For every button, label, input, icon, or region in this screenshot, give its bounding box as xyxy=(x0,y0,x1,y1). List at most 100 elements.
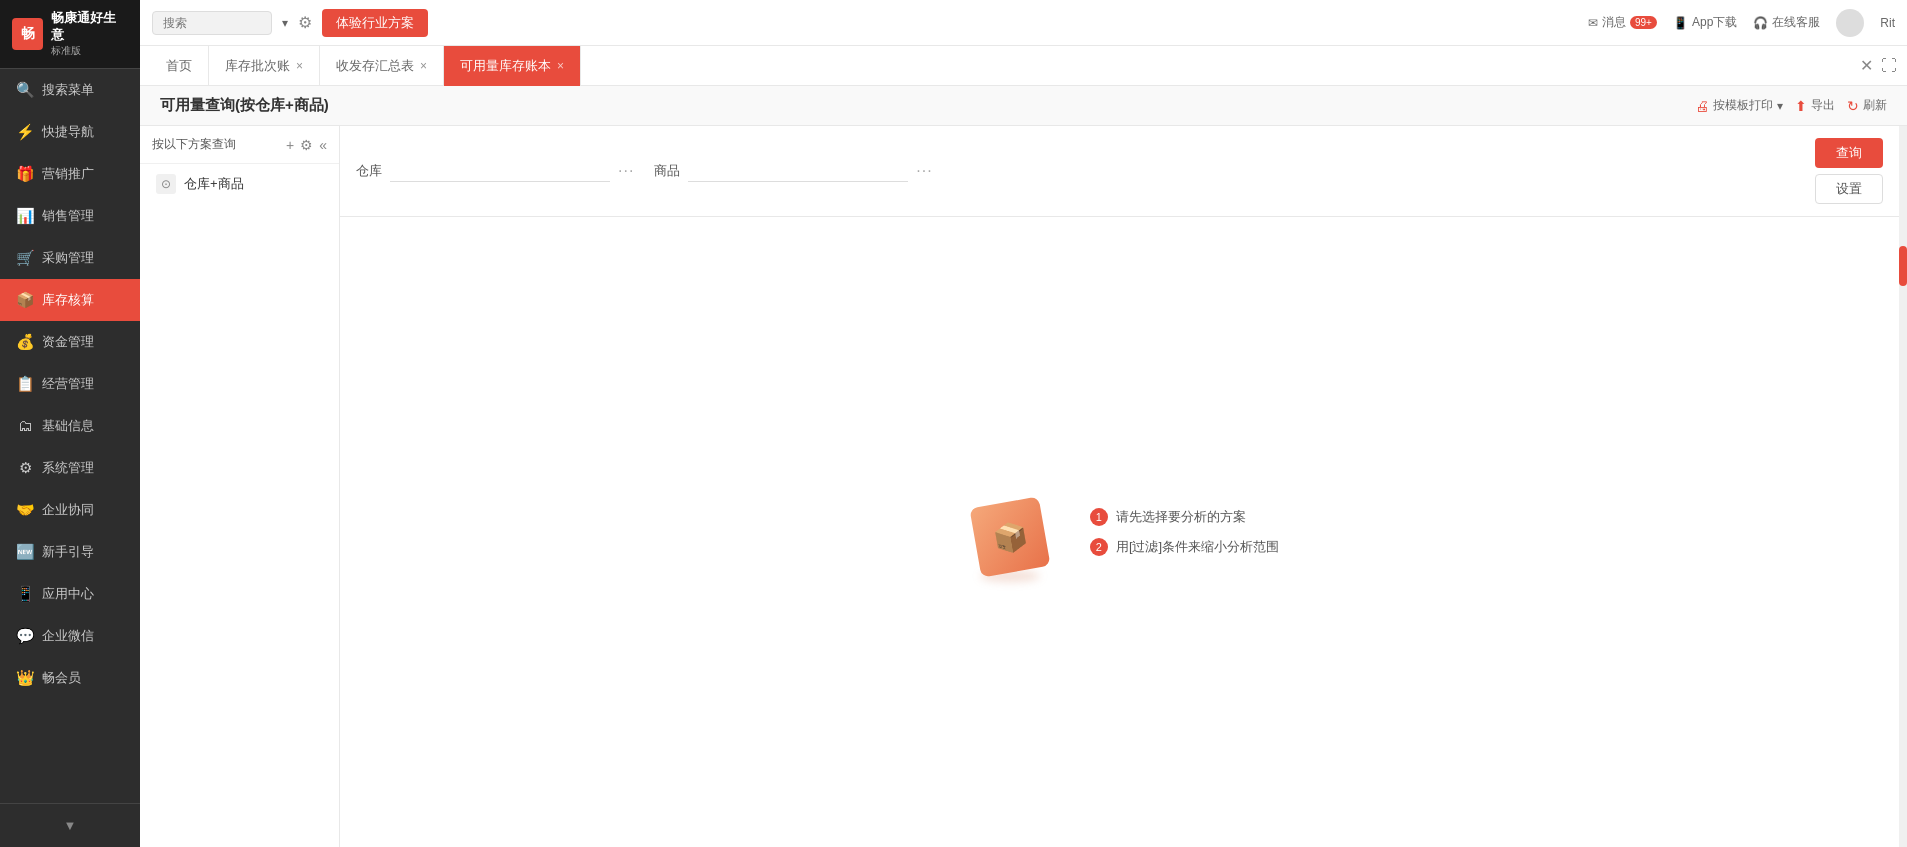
filter-settings-button[interactable]: ⚙ xyxy=(300,137,313,153)
sidebar-item-label: 搜索菜单 xyxy=(42,81,94,99)
goods-label: 商品 xyxy=(654,162,680,180)
tab-home[interactable]: 首页 xyxy=(150,46,209,86)
sidebar-item-management[interactable]: 📋 经营管理 xyxy=(0,363,140,405)
hint-number-2: 2 xyxy=(1090,538,1108,556)
scheme-warehouse-goods[interactable]: ⊙ 仓库+商品 xyxy=(140,164,339,204)
right-scrollbar[interactable] xyxy=(1899,126,1907,847)
topbar-gear-icon[interactable]: ⚙ xyxy=(298,13,312,32)
sidebar-item-label: 营销推广 xyxy=(42,165,94,183)
export-icon: ⬆ xyxy=(1795,98,1807,114)
tab-available-stock[interactable]: 可用量库存账本 × xyxy=(444,46,581,86)
sidebar-item-member[interactable]: 👑 畅会员 xyxy=(0,657,140,699)
close-tab-button[interactable]: ✕ xyxy=(1860,56,1873,75)
warehouse-label: 仓库 xyxy=(356,162,382,180)
sidebar-item-label: 系统管理 xyxy=(42,459,94,477)
sidebar-scroll-down[interactable]: ▼ xyxy=(0,812,140,839)
app-download-label: App下载 xyxy=(1692,14,1737,31)
sidebar-item-label: 快捷导航 xyxy=(42,123,94,141)
sales-icon: 📊 xyxy=(16,207,34,225)
tab-close-icon[interactable]: × xyxy=(557,60,564,72)
headset-icon: 🎧 xyxy=(1753,16,1768,30)
warehouse-input[interactable] xyxy=(390,160,610,182)
message-item[interactable]: ✉ 消息 99+ xyxy=(1588,14,1657,31)
sidebar-item-system[interactable]: ⚙ 系统管理 xyxy=(0,447,140,489)
tab-inventory-batch[interactable]: 库存批次账 × xyxy=(209,46,320,86)
dropdown-arrow-icon: ▾ xyxy=(282,16,288,30)
management-icon: 📋 xyxy=(16,375,34,393)
filter-collapse-button[interactable]: « xyxy=(319,137,327,153)
sidebar-item-inventory[interactable]: 📦 库存核算 xyxy=(0,279,140,321)
app-title-wrap: 畅康通好生意 标准版 xyxy=(51,10,128,58)
empty-box-face-icon: 📦 xyxy=(990,518,1030,557)
app-edition: 标准版 xyxy=(51,44,128,58)
sidebar-item-search[interactable]: 🔍 搜索菜单 xyxy=(0,69,140,111)
sidebar-item-marketing[interactable]: 🎁 营销推广 xyxy=(0,153,140,195)
app-download-item[interactable]: 📱 App下载 xyxy=(1673,14,1737,31)
warehouse-field: 仓库 ··· xyxy=(356,160,634,182)
query-fields: 仓库 ··· 商品 ··· 查询 设置 xyxy=(340,126,1899,217)
online-service-item[interactable]: 🎧 在线客服 xyxy=(1753,14,1820,31)
print-dropdown-icon: ▾ xyxy=(1777,99,1783,113)
refresh-action[interactable]: ↻ 刷新 xyxy=(1847,97,1887,114)
message-icon: ✉ xyxy=(1588,16,1598,30)
empty-hint-2: 2 用[过滤]条件来缩小分析范围 xyxy=(1090,538,1279,556)
app-logo: 畅 xyxy=(12,18,43,50)
trial-button[interactable]: 体验行业方案 xyxy=(322,9,428,37)
goods-dots[interactable]: ··· xyxy=(916,162,932,180)
sidebar-item-sales[interactable]: 📊 销售管理 xyxy=(0,195,140,237)
goods-input[interactable] xyxy=(688,160,908,182)
sidebar-item-label: 库存核算 xyxy=(42,291,94,309)
enterprise-icon: 🤝 xyxy=(16,501,34,519)
query-action-buttons: 查询 设置 xyxy=(1815,138,1883,204)
search-input[interactable] xyxy=(152,11,272,35)
user-avatar[interactable] xyxy=(1836,9,1864,37)
tab-stock-summary-label: 收发存汇总表 xyxy=(336,57,414,75)
sidebar-item-basic[interactable]: 🗂 基础信息 xyxy=(0,405,140,447)
sidebar-item-label: 采购管理 xyxy=(42,249,94,267)
appcenter-icon: 📱 xyxy=(16,585,34,603)
filter-panel: 按以下方案查询 + ⚙ « ⊙ 仓库+商品 xyxy=(140,126,340,847)
scheme-label: 仓库+商品 xyxy=(184,175,244,193)
empty-state: 📦 1 请先选择要分析的方案 2 用[过滤]条件来缩小分析范围 xyxy=(340,217,1899,847)
export-action[interactable]: ⬆ 导出 xyxy=(1795,97,1835,114)
tab-stock-summary[interactable]: 收发存汇总表 × xyxy=(320,46,444,86)
tabs-actions: ✕ ⛶ xyxy=(1860,56,1907,75)
tab-available-stock-label: 可用量库存账本 xyxy=(460,57,551,75)
app-download-icon: 📱 xyxy=(1673,16,1688,30)
page-title: 可用量查询(按仓库+商品) xyxy=(160,96,329,115)
tab-inventory-batch-label: 库存批次账 xyxy=(225,57,290,75)
warehouse-dots[interactable]: ··· xyxy=(618,162,634,180)
sidebar-item-label: 企业协同 xyxy=(42,501,94,519)
topbar-right: ✉ 消息 99+ 📱 App下载 🎧 在线客服 Rit xyxy=(1588,9,1895,37)
page-actions: 🖨 按模板打印 ▾ ⬆ 导出 ↻ 刷新 xyxy=(1695,97,1887,114)
print-action[interactable]: 🖨 按模板打印 ▾ xyxy=(1695,97,1783,114)
topbar: ▾ ⚙ 体验行业方案 ✉ 消息 99+ 📱 App下载 🎧 在线客服 Rit xyxy=(140,0,1907,46)
tab-close-icon[interactable]: × xyxy=(296,60,303,72)
tab-close-icon[interactable]: × xyxy=(420,60,427,72)
inventory-icon: 📦 xyxy=(16,291,34,309)
expand-tab-button[interactable]: ⛶ xyxy=(1881,57,1897,75)
sidebar-item-wechat[interactable]: 💬 企业微信 xyxy=(0,615,140,657)
scheme-icon: ⊙ xyxy=(156,174,176,194)
sidebar: 畅 畅康通好生意 标准版 🔍 搜索菜单 ⚡ 快捷导航 🎁 营销推广 📊 销售管理… xyxy=(0,0,140,847)
sidebar-item-guide[interactable]: 🆕 新手引导 xyxy=(0,531,140,573)
export-label: 导出 xyxy=(1811,97,1835,114)
query-button[interactable]: 查询 xyxy=(1815,138,1883,168)
page-header: 可用量查询(按仓库+商品) 🖨 按模板打印 ▾ ⬆ 导出 ↻ 刷新 xyxy=(140,86,1907,126)
topbar-dropdown[interactable]: ▾ xyxy=(282,16,288,30)
purchase-icon: 🛒 xyxy=(16,249,34,267)
message-label: 消息 xyxy=(1602,14,1626,31)
guide-icon: 🆕 xyxy=(16,543,34,561)
sidebar-header: 畅 畅康通好生意 标准版 xyxy=(0,0,140,69)
member-icon: 👑 xyxy=(16,669,34,687)
filter-header: 按以下方案查询 + ⚙ « xyxy=(140,126,339,164)
sidebar-item-enterprise[interactable]: 🤝 企业协同 xyxy=(0,489,140,531)
filter-add-button[interactable]: + xyxy=(286,137,294,153)
sidebar-item-finance[interactable]: 💰 资金管理 xyxy=(0,321,140,363)
sidebar-item-appcenter[interactable]: 📱 应用中心 xyxy=(0,573,140,615)
message-badge: 99+ xyxy=(1630,16,1657,29)
print-label: 按模板打印 xyxy=(1713,97,1773,114)
sidebar-item-shortcut[interactable]: ⚡ 快捷导航 xyxy=(0,111,140,153)
settings-button[interactable]: 设置 xyxy=(1815,174,1883,204)
sidebar-item-purchase[interactable]: 🛒 采购管理 xyxy=(0,237,140,279)
